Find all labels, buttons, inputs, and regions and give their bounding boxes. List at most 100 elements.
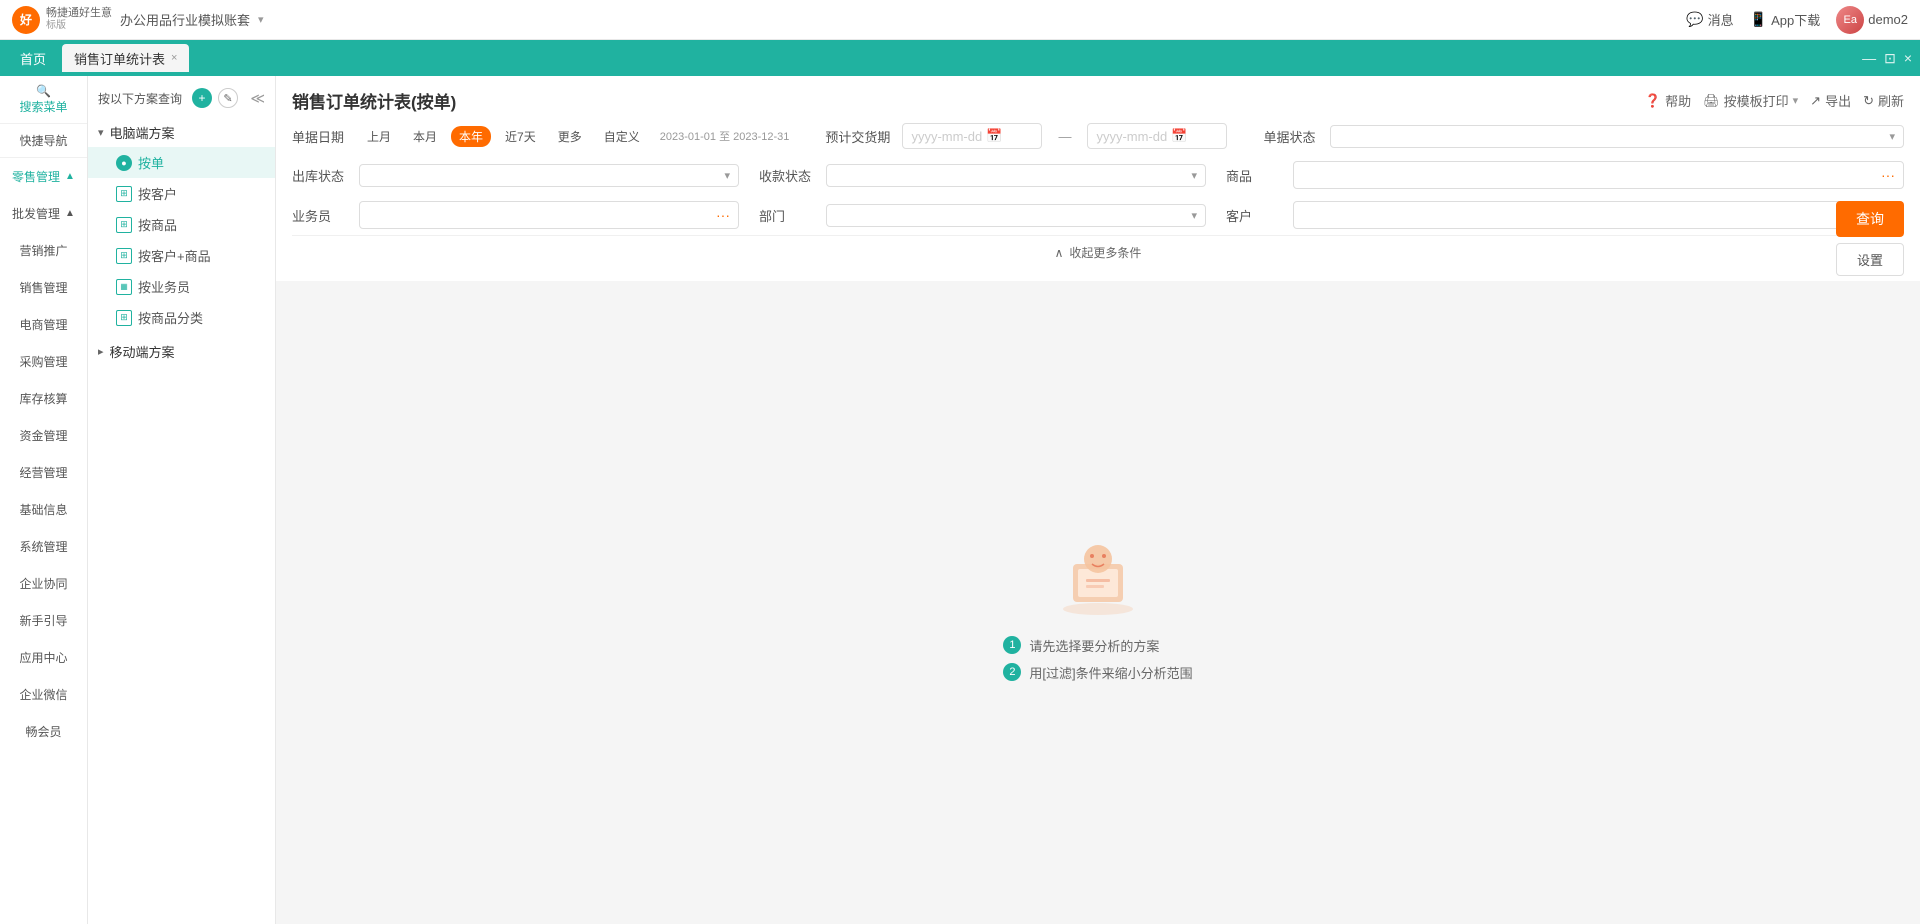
payment-status-select[interactable]: ▾ xyxy=(826,164,1206,187)
date-btn-custom[interactable]: 自定义 xyxy=(596,126,648,147)
query-button[interactable]: 查询 xyxy=(1836,201,1904,237)
scheme-item-by-category[interactable]: ⊞ 按商品分类 xyxy=(88,302,275,333)
query-btn-area: 查询 设置 xyxy=(1836,201,1904,276)
edit-scheme-btn[interactable]: ✎ xyxy=(218,88,238,108)
scheme-item-by-product[interactable]: ⊞ 按商品 xyxy=(88,209,275,240)
filter-row-1: 单据日期 上月 本月 本年 近7天 更多 自定义 2023-01-01 至 20… xyxy=(292,117,1904,155)
avatar: Ea xyxy=(1836,6,1864,34)
search-icon: 🔍 xyxy=(4,84,83,98)
logo-area: 好 畅捷通好生意 标版 xyxy=(12,6,112,34)
add-scheme-btn[interactable]: + xyxy=(192,88,212,108)
customer-input[interactable]: ··· xyxy=(1293,201,1904,229)
date-btn-this-year[interactable]: 本年 xyxy=(451,126,491,147)
scheme-custprod-icon: ⊞ xyxy=(116,248,132,264)
payment-status-label: 收款状态 xyxy=(759,166,814,185)
scheme-item-by-cust-prod[interactable]: ⊞ 按客户+商品 xyxy=(88,240,275,271)
tip-num-1: 1 xyxy=(1003,636,1021,654)
sidebar-item-purchase[interactable]: 采购管理 xyxy=(0,343,87,380)
bill-status-label: 单据状态 xyxy=(1263,127,1318,146)
sidebar-item-marketing[interactable]: 营销推广 xyxy=(0,232,87,269)
sidebar-item-inventory[interactable]: 库存核算 xyxy=(0,380,87,417)
sidebar-item-enterprise[interactable]: 企业协同 xyxy=(0,565,87,602)
collapse-bar[interactable]: ∧ 收起更多条件 xyxy=(292,235,1904,269)
filter-row-3: 业务员 ··· 部门 ▾ 客户 ··· xyxy=(292,195,1904,235)
scheme-group-pc-header[interactable]: ▾ 电脑端方案 xyxy=(88,118,275,147)
scheme-panel: 按以下方案查询 + ✎ ≪ ▾ 电脑端方案 ● 按单 ⊞ 按客户 xyxy=(88,76,276,924)
goods-label: 商品 xyxy=(1226,166,1281,185)
sidebar-item-ecommerce[interactable]: 电商管理 xyxy=(0,306,87,343)
sidebar-item-sales[interactable]: 销售管理 xyxy=(0,269,87,306)
empty-tips: 1 请先选择要分析的方案 2 用[过滤]条件来缩小分析范围 xyxy=(1003,636,1192,682)
tab-close-icon[interactable]: × xyxy=(171,52,177,64)
sidebar-item-basic[interactable]: 基础信息 xyxy=(0,491,87,528)
refresh-btn[interactable]: ↻ 刷新 xyxy=(1863,91,1904,110)
help-icon: ❓ xyxy=(1645,93,1661,109)
scheme-panel-header: 按以下方案查询 + ✎ ≪ xyxy=(88,84,275,116)
app-title: 办公用品行业模拟账套 xyxy=(120,10,250,29)
sidebar-item-retail[interactable]: 零售管理 ▲ xyxy=(0,158,87,195)
sidebar-item-operation[interactable]: 经营管理 xyxy=(0,454,87,491)
date-btn-more[interactable]: 更多 xyxy=(550,126,590,147)
print-btn[interactable]: 🖨 按模板打印 ▾ xyxy=(1703,91,1798,110)
sidebar-item-vip[interactable]: 畅会员 xyxy=(0,713,87,750)
help-btn[interactable]: ❓ 帮助 xyxy=(1645,91,1691,110)
salesperson-dots[interactable]: ··· xyxy=(716,207,730,223)
scheme-group-mobile-header[interactable]: ▸ 移动端方案 xyxy=(88,337,275,366)
print-arrow: ▾ xyxy=(1793,94,1799,107)
scheme-item-by-customer[interactable]: ⊞ 按客户 xyxy=(88,178,275,209)
filter-area: 销售订单统计表(按单) ❓ 帮助 🖨 按模板打印 ▾ ↗ xyxy=(276,76,1920,924)
sidebar-search[interactable]: 🔍 搜索菜单 xyxy=(0,76,87,124)
sidebar-item-wholesale[interactable]: 批发管理 ▲ xyxy=(0,195,87,232)
dept-select[interactable]: ▾ xyxy=(826,204,1206,227)
download-icon: 📱 xyxy=(1750,11,1767,28)
tab-restore-icon[interactable]: ⊡ xyxy=(1884,50,1896,67)
tab-sales-order[interactable]: 销售订单统计表 × xyxy=(62,44,189,72)
filter-header: 销售订单统计表(按单) ❓ 帮助 🖨 按模板打印 ▾ ↗ xyxy=(292,88,1904,113)
tab-bar: 首页 销售订单统计表 × — ⊡ × xyxy=(0,40,1920,76)
tab-home[interactable]: 首页 xyxy=(8,44,58,72)
expected-delivery-label: 预计交货期 xyxy=(825,127,890,146)
sidebar-item-finance[interactable]: 资金管理 xyxy=(0,417,87,454)
export-btn[interactable]: ↗ 导出 xyxy=(1810,91,1851,110)
message-btn[interactable]: 💬 消息 xyxy=(1686,10,1733,29)
sidebar-item-appcenter[interactable]: 应用中心 xyxy=(0,639,87,676)
cal-icon-end: 📅 xyxy=(1171,128,1187,144)
ship-status-label: 出库状态 xyxy=(292,166,347,185)
date-btn-7days[interactable]: 近7天 xyxy=(497,126,544,147)
goods-input[interactable]: ··· xyxy=(1293,161,1904,189)
tab-minimize-icon[interactable]: — xyxy=(1862,50,1876,66)
salesperson-input[interactable]: ··· xyxy=(359,201,739,229)
empty-illustration xyxy=(1048,524,1148,624)
ship-status-select[interactable]: ▾ xyxy=(359,164,739,187)
goods-dots[interactable]: ··· xyxy=(1881,167,1895,183)
sidebar-item-wechat[interactable]: 企业微信 xyxy=(0,676,87,713)
top-bar: 好 畅捷通好生意 标版 办公用品行业模拟账套 ▾ 💬 消息 📱 App下载 Ea… xyxy=(0,0,1920,40)
bill-date-label: 单据日期 xyxy=(292,127,347,146)
scheme-group-mobile: ▸ 移动端方案 xyxy=(88,335,275,368)
expected-delivery-start[interactable]: yyyy-mm-dd 📅 xyxy=(902,123,1042,149)
pc-group-caret: ▾ xyxy=(98,126,104,139)
tab-close-all-icon[interactable]: × xyxy=(1904,50,1912,66)
empty-state: 1 请先选择要分析的方案 2 用[过滤]条件来缩小分析范围 xyxy=(276,281,1920,924)
scheme-category-icon: ⊞ xyxy=(116,310,132,326)
user-profile[interactable]: Ea demo2 xyxy=(1836,6,1908,34)
sidebar-item-newbie[interactable]: 新手引导 xyxy=(0,602,87,639)
tip-num-2: 2 xyxy=(1003,663,1021,681)
app-title-chevron[interactable]: ▾ xyxy=(258,13,264,26)
sidebar-quick-nav[interactable]: 快捷导航 xyxy=(0,124,87,158)
app-download-btn[interactable]: 📱 App下载 xyxy=(1750,10,1821,29)
setting-button[interactable]: 设置 xyxy=(1836,243,1904,276)
cal-icon-start: 📅 xyxy=(986,128,1002,144)
scheme-item-by-salesperson[interactable]: ▦ 按业务员 xyxy=(88,271,275,302)
scheme-product-icon: ⊞ xyxy=(116,217,132,233)
bill-status-select[interactable]: ▾ xyxy=(1330,125,1904,148)
expected-delivery-end[interactable]: yyyy-mm-dd 📅 xyxy=(1087,123,1227,149)
collapse-scheme-btn[interactable]: ≪ xyxy=(250,90,265,107)
scheme-item-by-order[interactable]: ● 按单 xyxy=(88,147,275,178)
export-icon: ↗ xyxy=(1810,93,1821,109)
logo-text: 畅捷通好生意 标版 xyxy=(46,7,112,32)
content-area: 按以下方案查询 + ✎ ≪ ▾ 电脑端方案 ● 按单 ⊞ 按客户 xyxy=(88,76,1920,924)
sidebar-item-system[interactable]: 系统管理 xyxy=(0,528,87,565)
date-btn-this-month[interactable]: 本月 xyxy=(405,126,445,147)
date-btn-prev-month[interactable]: 上月 xyxy=(359,126,399,147)
